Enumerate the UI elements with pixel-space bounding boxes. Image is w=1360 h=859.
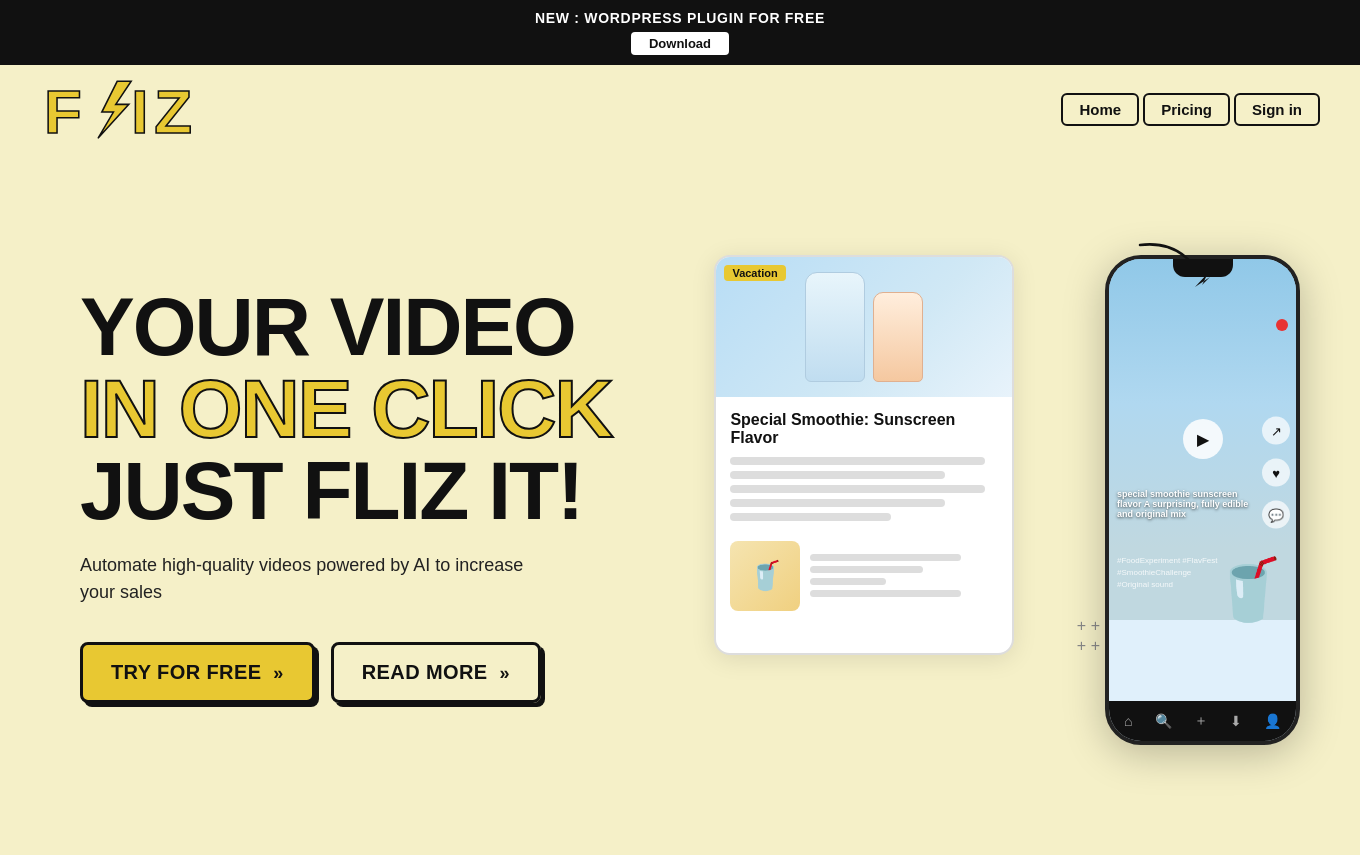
chevron-icon-2: »: [500, 663, 510, 683]
bottle-1: [805, 272, 865, 382]
svg-text:Z: Z: [154, 77, 192, 145]
navbar: F I Z Home Pricing Sign in: [0, 65, 1360, 155]
blog-line: [730, 457, 985, 465]
hero-subtitle: Automate high-quality videos powered by …: [80, 552, 560, 606]
blog-line: [730, 499, 944, 507]
blog-card-footer: 🥤: [716, 531, 1012, 621]
blog-line: [730, 471, 944, 479]
hero-buttons: TRY FOR FREE » READ MORE »: [80, 642, 660, 703]
phone-mockup: ▶ 🥤 ↗ ♥ 💬 special smoothie sunscreen fla…: [1105, 255, 1300, 745]
phone-caption: special smoothie sunscreen flavor A surp…: [1117, 489, 1260, 519]
hero-image: + + + + + blog.com/your-article Vacation…: [714, 235, 1300, 755]
blog-line: [730, 485, 985, 493]
how-it-works-section: HOW IT WORKS: [0, 855, 1360, 859]
blog-title: Special Smoothie: Sunscreen Flavor: [730, 411, 998, 447]
bottle-2: [873, 292, 923, 382]
svg-text:F: F: [44, 77, 82, 145]
search-nav-icon[interactable]: 🔍: [1155, 713, 1172, 729]
blog-thumb-lines: [810, 554, 998, 597]
chevron-icon: »: [273, 663, 283, 683]
comment-icon[interactable]: 💬: [1262, 501, 1290, 529]
phone-nav-bar: ⌂ 🔍 ＋ ⬇ 👤: [1109, 701, 1296, 741]
blog-thumbnail: 🥤: [730, 541, 800, 611]
blog-content-lines: [730, 457, 998, 521]
read-more-button[interactable]: READ MORE »: [331, 642, 541, 703]
phone-action-buttons: ↗ ♥ 💬: [1262, 417, 1290, 529]
hero-title-line1: YOUR VIDEO: [80, 286, 660, 368]
blog-card-image: Vacation: [716, 257, 1012, 397]
hero-text: YOUR VIDEO IN ONE CLICK JUST FLIZ IT! Au…: [80, 286, 660, 703]
nav-home[interactable]: Home: [1061, 93, 1139, 126]
recording-indicator: [1276, 319, 1288, 331]
download-button[interactable]: Download: [631, 32, 729, 55]
phone-hashtags: #FoodExperiment #FlavFest#SmoothieChalle…: [1117, 555, 1260, 591]
plus-decoration: + +: [1077, 637, 1100, 655]
vacation-tag: Vacation: [724, 265, 785, 281]
hero-title-line3: JUST FLIZ IT!: [80, 450, 660, 532]
logo[interactable]: F I Z: [40, 75, 210, 145]
phone-screen: ▶ 🥤 ↗ ♥ 💬 special smoothie sunscreen fla…: [1109, 259, 1296, 741]
try-for-free-button[interactable]: TRY FOR FREE »: [80, 642, 315, 703]
top-banner: NEW : WORDPRESS PLUGIN FOR FREE Download: [0, 0, 1360, 65]
banner-text: NEW : WORDPRESS PLUGIN FOR FREE: [0, 10, 1360, 26]
heart-icon[interactable]: ♥: [1262, 459, 1290, 487]
play-button[interactable]: ▶: [1183, 419, 1223, 459]
blog-thumb-line: [810, 590, 960, 597]
nav-links: Home Pricing Sign in: [1061, 93, 1320, 126]
download-nav-icon[interactable]: ⬇: [1230, 713, 1242, 729]
blog-line: [730, 513, 891, 521]
profile-nav-icon[interactable]: 👤: [1264, 713, 1281, 729]
add-nav-icon[interactable]: ＋: [1194, 712, 1208, 730]
hero-section: YOUR VIDEO IN ONE CLICK JUST FLIZ IT! Au…: [0, 155, 1360, 855]
home-nav-icon[interactable]: ⌂: [1124, 713, 1132, 729]
nav-pricing[interactable]: Pricing: [1143, 93, 1230, 126]
share-icon[interactable]: ↗: [1262, 417, 1290, 445]
hero-title-line2: IN ONE CLICK: [80, 368, 660, 450]
plus-decoration: + +: [1077, 617, 1100, 635]
blog-card: blog.com/your-article Vacation Special S…: [714, 255, 1014, 655]
rec-dot: [1276, 319, 1288, 331]
svg-text:I: I: [131, 77, 148, 145]
nav-signin[interactable]: Sign in: [1234, 93, 1320, 126]
svg-marker-1: [98, 81, 131, 138]
phone-notch: [1173, 259, 1233, 277]
phone-video-bg: ▶ 🥤 ↗ ♥ 💬 special smoothie sunscreen fla…: [1109, 259, 1296, 621]
blog-thumb-line: [810, 554, 960, 561]
blog-card-body: Special Smoothie: Sunscreen Flavor: [716, 397, 1012, 531]
blog-thumb-line: [810, 578, 885, 585]
blog-thumb-line: [810, 566, 923, 573]
